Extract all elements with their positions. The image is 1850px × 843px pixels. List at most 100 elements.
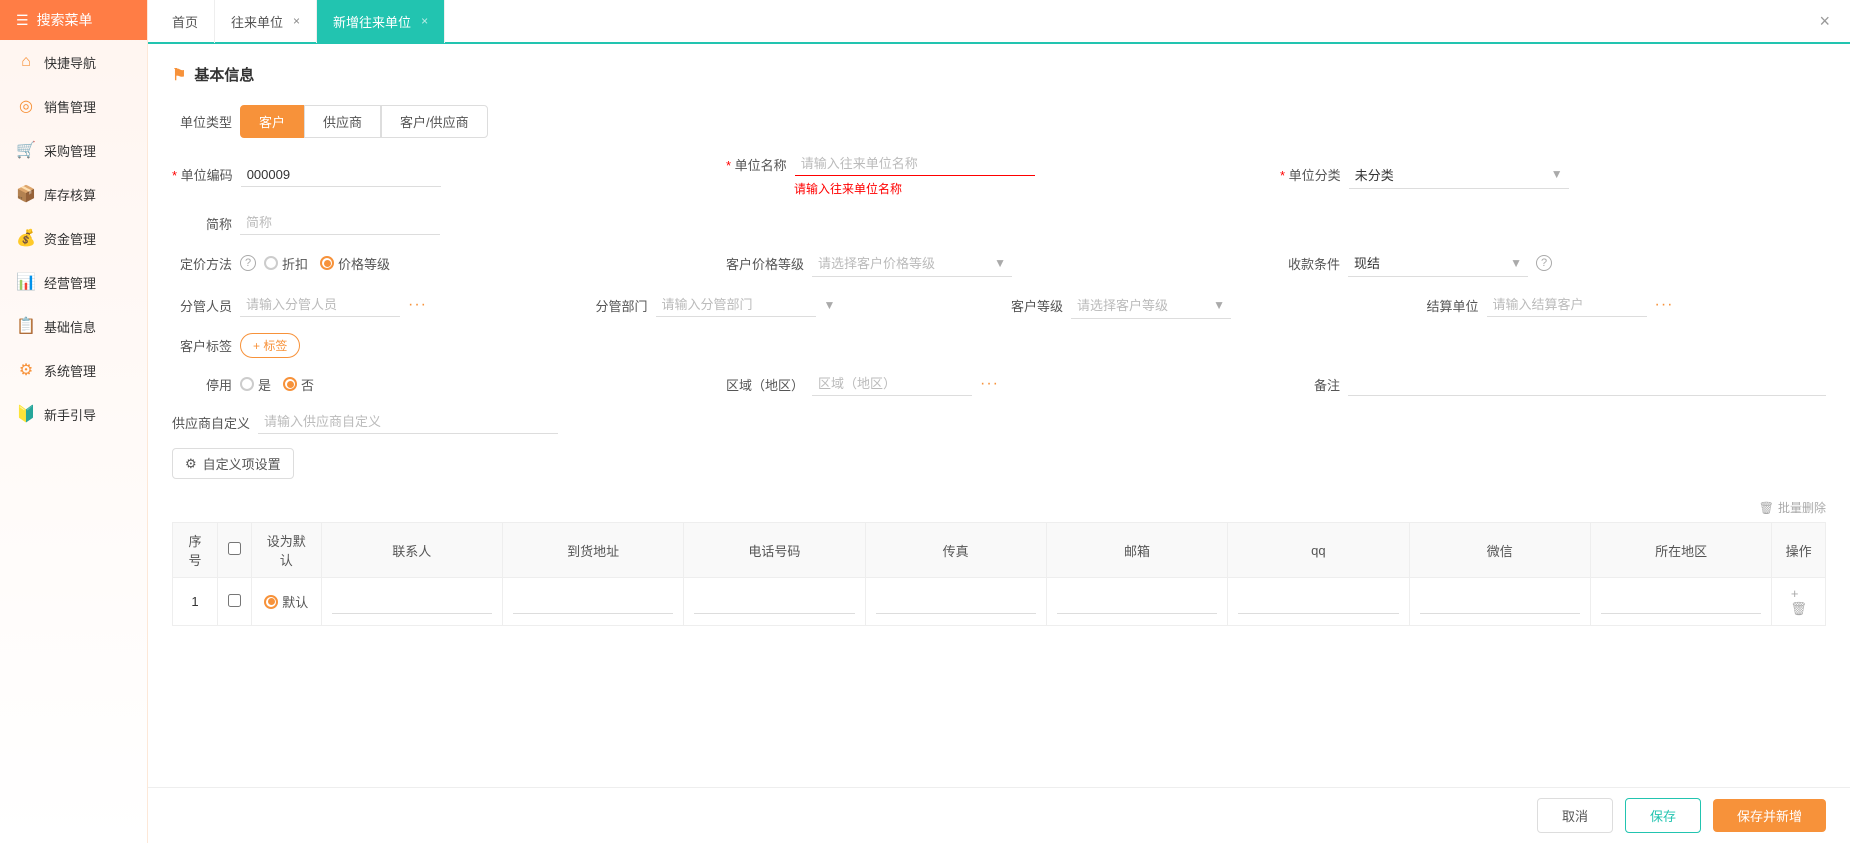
sidebar-item-finance[interactable]: 💰 资金管理: [0, 216, 147, 260]
purchase-icon: 🛒: [16, 140, 36, 160]
row-add-icon[interactable]: +: [1791, 586, 1799, 601]
tab-new-partner[interactable]: 新增往来单位 ×: [317, 0, 445, 43]
col-email: 邮箱: [1046, 523, 1227, 578]
delete-icon: 🗑: [1759, 501, 1774, 515]
row-tags: 客户标签 + 标签: [172, 333, 1826, 358]
row-code-name-category: 单位编码 单位名称 请输入往来单位名称 单位分类 未分类 ▼: [172, 152, 1826, 197]
region-more[interactable]: ···: [980, 375, 999, 393]
row-checkbox[interactable]: [228, 594, 241, 607]
sidebar-item-system[interactable]: ⚙ 系统管理: [0, 348, 147, 392]
row-region-input[interactable]: [1601, 590, 1761, 614]
payment-terms-help-icon[interactable]: ?: [1536, 255, 1552, 271]
unit-name-input[interactable]: [795, 152, 1035, 176]
row-fax-cell: [865, 578, 1046, 626]
row-delete-icon[interactable]: 🗑: [1790, 601, 1807, 616]
cancel-button[interactable]: 取消: [1537, 798, 1613, 833]
table-body: 1 默认: [173, 578, 1826, 626]
save-button[interactable]: 保存: [1625, 798, 1701, 833]
select-all-checkbox[interactable]: [228, 542, 241, 555]
pricing-discount[interactable]: 折扣: [264, 254, 308, 273]
row-default-cell: 默认: [251, 578, 321, 626]
batch-delete-button[interactable]: 🗑 批量删除: [1759, 499, 1826, 516]
tab-home[interactable]: 首页: [156, 0, 215, 43]
unit-code-input[interactable]: [241, 163, 441, 187]
unit-type-customer[interactable]: 客户: [240, 105, 304, 138]
sidebar-search[interactable]: ☰ 搜索菜单: [0, 0, 147, 40]
tab-partners-label: 往来单位: [231, 12, 283, 31]
unit-category-select[interactable]: 未分类 ▼: [1349, 161, 1569, 189]
unit-category-chevron: ▼: [1551, 167, 1563, 181]
sidebar-label-sales: 销售管理: [44, 97, 96, 116]
payment-terms-label: 收款条件: [1280, 254, 1340, 273]
dept-input[interactable]: [656, 293, 816, 317]
customer-level-select[interactable]: 请选择客户等级 ▼: [1071, 291, 1231, 319]
tab-home-label: 首页: [172, 12, 198, 31]
sidebar-label-inventory: 库存核算: [44, 185, 96, 204]
sales-icon: ◎: [16, 96, 36, 116]
unit-category-value: 未分类: [1355, 165, 1394, 184]
manager-input[interactable]: [240, 293, 400, 317]
row-pricing: 定价方法 ? 折扣 价格等级 客户价格等级 请选择客户价格等级: [172, 249, 1826, 277]
sidebar-label-operation: 经营管理: [44, 273, 96, 292]
sidebar-item-inventory[interactable]: 📦 库存核算: [0, 172, 147, 216]
sidebar-item-operation[interactable]: 📊 经营管理: [0, 260, 147, 304]
sidebar-item-basic[interactable]: 📋 基础信息: [0, 304, 147, 348]
table-row: 1 默认: [173, 578, 1826, 626]
unit-type-supplier[interactable]: 供应商: [304, 105, 381, 138]
unit-type-row: 单位类型 客户 供应商 客户/供应商: [172, 105, 1826, 138]
save-new-button[interactable]: 保存并新增: [1713, 799, 1826, 832]
supplier-custom-input[interactable]: [258, 410, 558, 434]
row-email-cell: [1046, 578, 1227, 626]
disable-label: 停用: [172, 375, 232, 394]
disable-no[interactable]: 否: [283, 375, 314, 394]
inventory-icon: 📦: [16, 184, 36, 204]
pricing-radio-group: 折扣 价格等级: [264, 254, 390, 273]
tab-new-partner-close[interactable]: ×: [421, 14, 428, 28]
col-contact: 联系人: [321, 523, 502, 578]
tab-partners[interactable]: 往来单位 ×: [215, 0, 317, 43]
sidebar-label-quick-nav: 快捷导航: [44, 53, 96, 72]
manager-more[interactable]: ···: [408, 296, 427, 314]
disable-no-label: 否: [301, 375, 314, 394]
settlement-more[interactable]: ···: [1655, 296, 1674, 314]
region-input[interactable]: [812, 372, 972, 396]
short-name-input[interactable]: [240, 211, 440, 235]
home-icon: ⌂: [16, 52, 36, 72]
unit-type-both[interactable]: 客户/供应商: [381, 105, 488, 138]
sidebar-label-newbie: 新手引导: [44, 405, 96, 424]
row-qq-input[interactable]: [1238, 590, 1399, 614]
pricing-discount-radio: [264, 256, 278, 270]
row-default-radio[interactable]: 默认: [262, 592, 311, 611]
sidebar-item-purchase[interactable]: 🛒 采购管理: [0, 128, 147, 172]
row-shortname: 简称: [172, 211, 1826, 235]
add-tag-button[interactable]: + 标签: [240, 333, 300, 358]
col-wechat: 微信: [1409, 523, 1590, 578]
settlement-input[interactable]: [1487, 293, 1647, 317]
tags-label: 客户标签: [172, 336, 232, 355]
remark-input[interactable]: [1348, 372, 1826, 396]
disable-yes[interactable]: 是: [240, 375, 271, 394]
row-phone-input[interactable]: [694, 590, 854, 614]
row-fax-input[interactable]: [876, 590, 1036, 614]
row-index: 1: [173, 578, 218, 626]
sidebar-label-basic: 基础信息: [44, 317, 96, 336]
pricing-level[interactable]: 价格等级: [320, 254, 390, 273]
bottom-action-bar: 取消 保存 保存并新增: [148, 787, 1850, 843]
row-contact-input[interactable]: [332, 590, 492, 614]
tab-bar-close-all[interactable]: ×: [1807, 11, 1842, 32]
row-address-input[interactable]: [513, 590, 673, 614]
pricing-help-icon[interactable]: ?: [240, 255, 256, 271]
tab-partners-close[interactable]: ×: [293, 14, 300, 28]
custom-settings-button[interactable]: ⚙ 自定义项设置: [172, 448, 294, 479]
sidebar-item-newbie[interactable]: 🔰 新手引导: [0, 392, 147, 436]
customer-price-select[interactable]: 请选择客户价格等级 ▼: [812, 249, 1012, 277]
row-wechat-input[interactable]: [1420, 590, 1580, 614]
payment-terms-select[interactable]: 现结 ▼: [1348, 249, 1528, 277]
settlement-label: 结算单位: [1419, 296, 1479, 315]
sidebar-item-quick-nav[interactable]: ⌂ 快捷导航: [0, 40, 147, 84]
sidebar-item-sales[interactable]: ◎ 销售管理: [0, 84, 147, 128]
disable-no-radio: [283, 377, 297, 391]
row-email-input[interactable]: [1057, 590, 1217, 614]
customer-level-label: 客户等级: [1003, 296, 1063, 315]
sidebar: ☰ 搜索菜单 ⌂ 快捷导航 ◎ 销售管理 🛒 采购管理 📦 库存核算 💰 资金管…: [0, 0, 148, 843]
